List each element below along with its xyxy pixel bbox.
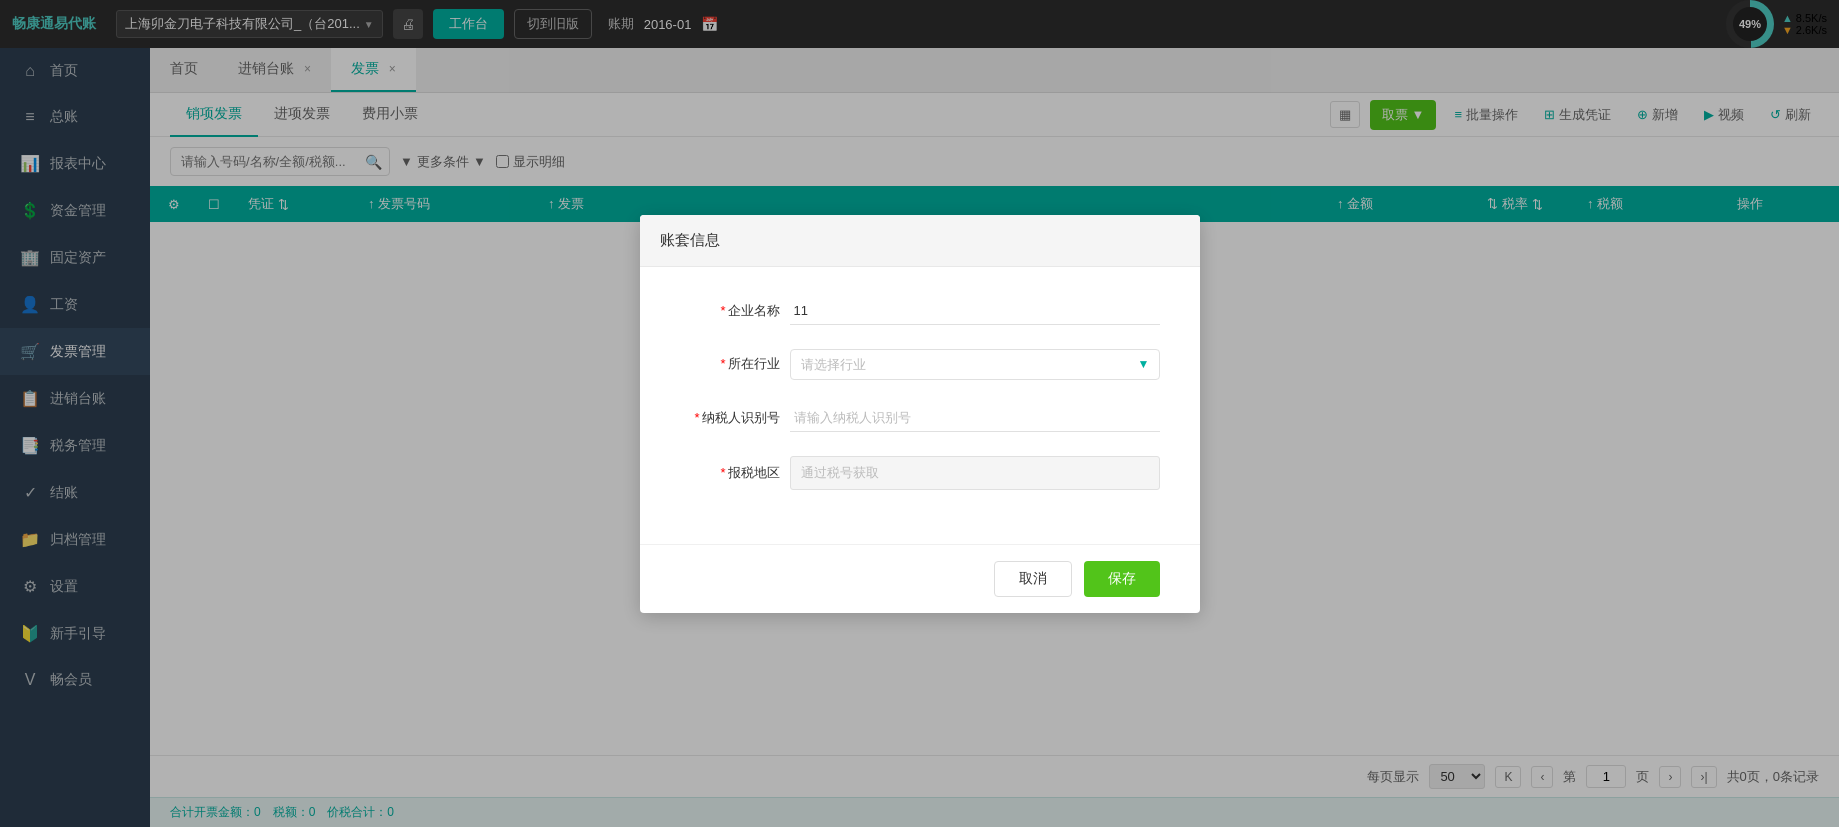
required-star-3: *	[694, 410, 699, 425]
label-company-name: *企业名称	[680, 302, 780, 320]
company-name-input[interactable]	[790, 297, 1160, 325]
modal-title: 账套信息	[660, 231, 720, 248]
tax-region-display: 通过税号获取	[790, 456, 1160, 490]
modal-body: *企业名称 *所在行业 请选择行业 ▼ *纳税人识别号	[640, 267, 1200, 544]
form-row-tax-region: *报税地区 通过税号获取	[680, 456, 1160, 490]
industry-select-wrap: 请选择行业 ▼	[790, 349, 1160, 380]
save-button[interactable]: 保存	[1084, 561, 1160, 597]
form-row-company-name: *企业名称	[680, 297, 1160, 325]
label-tax-region: *报税地区	[680, 464, 780, 482]
required-star-1: *	[720, 303, 725, 318]
cancel-button[interactable]: 取消	[994, 561, 1072, 597]
form-row-industry: *所在行业 请选择行业 ▼	[680, 349, 1160, 380]
modal-footer: 取消 保存	[640, 544, 1200, 613]
required-star-2: *	[720, 356, 725, 371]
form-row-tax-id: *纳税人识别号	[680, 404, 1160, 432]
tax-id-input[interactable]	[790, 404, 1160, 432]
account-info-modal: 账套信息 *企业名称 *所在行业 请选择行业 ▼	[640, 215, 1200, 613]
label-industry: *所在行业	[680, 355, 780, 373]
label-tax-id: *纳税人识别号	[680, 409, 780, 427]
required-star-4: *	[720, 465, 725, 480]
industry-select[interactable]: 请选择行业	[790, 349, 1160, 380]
modal-header: 账套信息	[640, 215, 1200, 267]
modal-overlay[interactable]: 账套信息 *企业名称 *所在行业 请选择行业 ▼	[0, 0, 1839, 827]
